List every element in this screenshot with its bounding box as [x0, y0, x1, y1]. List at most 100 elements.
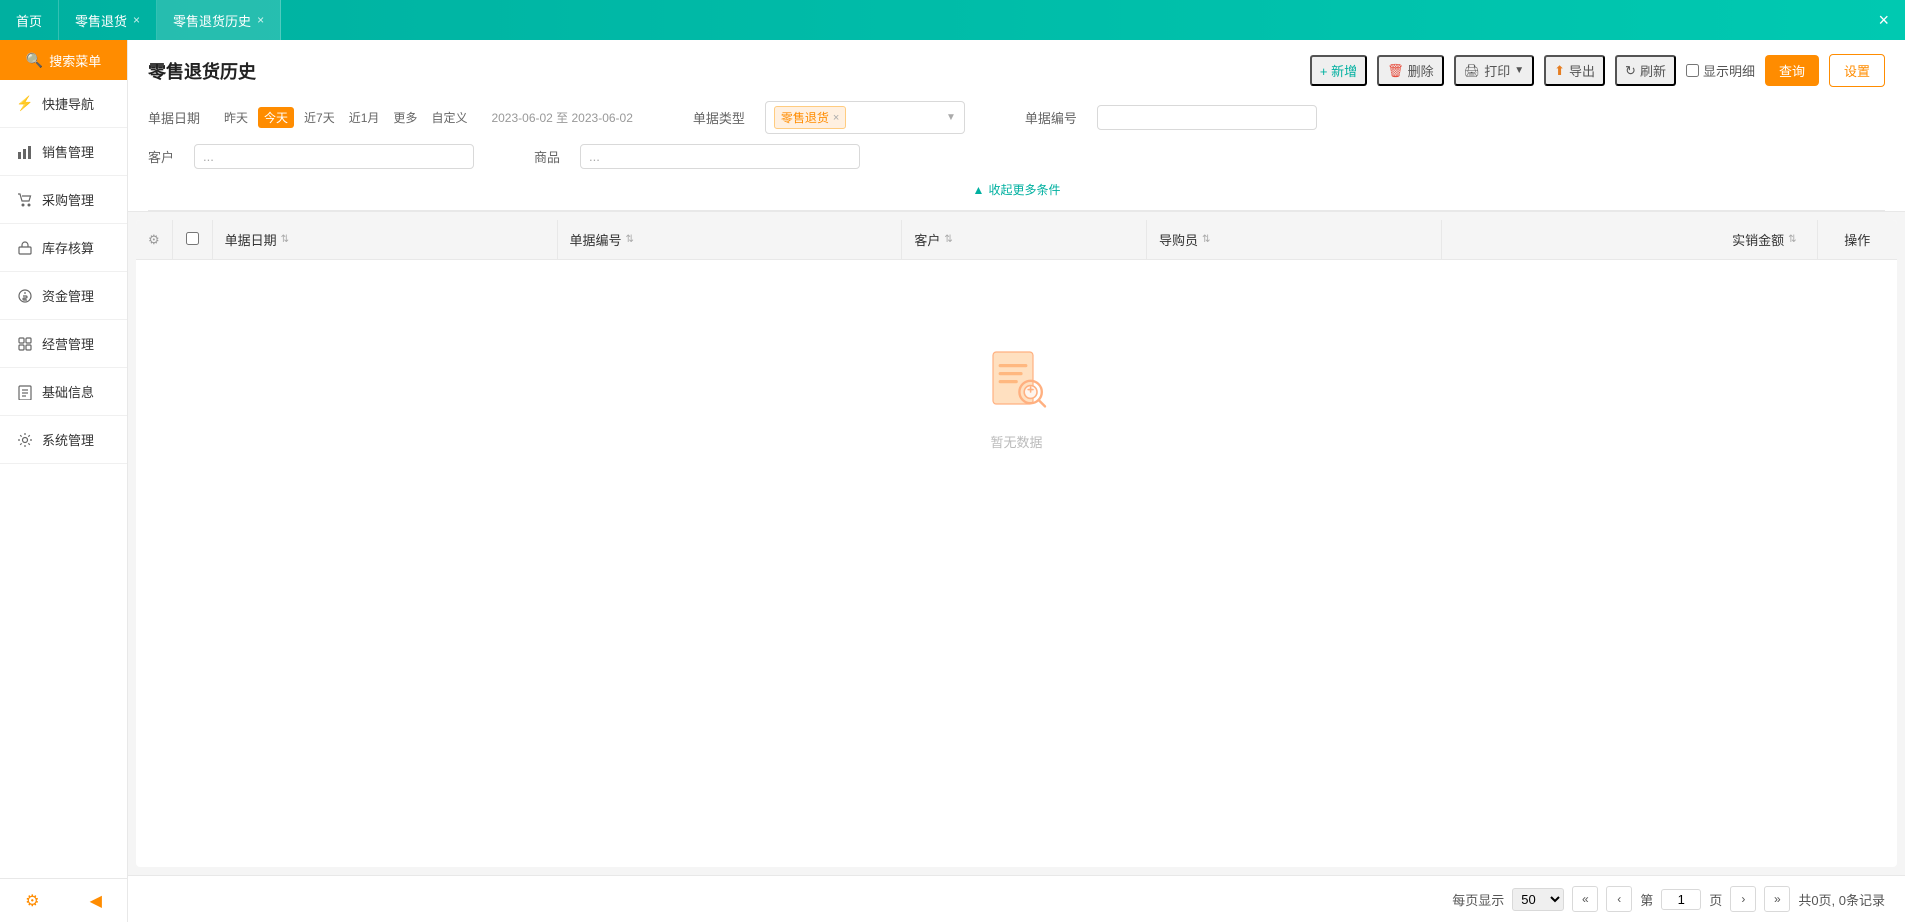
window-close-button[interactable]: ×: [1862, 10, 1905, 31]
refresh-icon: ↻: [1625, 63, 1636, 79]
query-button[interactable]: 查询: [1765, 55, 1819, 86]
sidebar-item-sales-label: 销售管理: [42, 142, 94, 161]
sidebar-item-system-label: 系统管理: [42, 430, 94, 449]
prev-page-button[interactable]: ‹: [1606, 886, 1632, 912]
date-shortcut-more[interactable]: 更多: [389, 107, 421, 128]
content-area: 零售退货历史 + 新增 🗑 删除 🖨 打印 ▼ ⬆ 导出: [128, 40, 1905, 922]
new-button[interactable]: + 新增: [1310, 55, 1367, 86]
sidebar-item-purchase-label: 采购管理: [42, 190, 94, 209]
tab-list: 首页 零售退货 × 零售退货历史 ×: [0, 0, 1862, 40]
last-page-button[interactable]: »: [1764, 886, 1790, 912]
voucher-type-tag: 零售退货 ×: [774, 106, 846, 129]
voucher-no-label: 单据编号: [1025, 108, 1077, 127]
th-no-sort[interactable]: 单据编号 ⇅: [570, 230, 890, 249]
th-guide: 导购员 ⇅: [1146, 220, 1441, 260]
voucher-type-select[interactable]: 零售退货 × ▼: [765, 101, 965, 134]
sidebar-collapse-button[interactable]: ◀: [90, 891, 102, 911]
sidebar-item-quick-nav[interactable]: ⚡ 快捷导航: [0, 80, 127, 128]
th-guide-label: 导购员: [1159, 230, 1198, 249]
delete-label: 删除: [1408, 61, 1434, 80]
page-suffix: 页: [1709, 890, 1722, 909]
refresh-button[interactable]: ↻ 刷新: [1615, 55, 1676, 86]
filter-row-1: 单据日期 昨天 今天 近7天 近1月 更多 自定义 2023-06-02 至 2…: [148, 101, 1885, 134]
amount-sort-icon: ⇅: [1788, 234, 1796, 245]
tab-retail-return-close[interactable]: ×: [133, 13, 140, 27]
sidebar-settings-button[interactable]: ⚙: [25, 891, 39, 911]
th-date-label: 单据日期: [225, 230, 277, 249]
voucher-type-tag-value: 零售退货: [781, 109, 829, 126]
voucher-type-select-arrow: ▼: [946, 112, 956, 123]
sidebar-search[interactable]: 🔍 搜索菜单: [0, 40, 127, 80]
th-date-sort[interactable]: 单据日期 ⇅: [225, 230, 545, 249]
collapse-button[interactable]: ▲ 收起更多条件: [961, 177, 1073, 202]
sidebar-item-inventory[interactable]: 库存核算: [0, 224, 127, 272]
sidebar-item-operation-label: 经营管理: [42, 334, 94, 353]
th-no: 单据编号 ⇅: [557, 220, 902, 260]
customer-placeholder: ...: [203, 149, 214, 164]
tab-retail-return-history-close[interactable]: ×: [257, 13, 264, 27]
th-no-label: 单据编号: [570, 230, 622, 249]
voucher-type-tag-close[interactable]: ×: [833, 112, 839, 124]
top-bar: 首页 零售退货 × 零售退货历史 × ×: [0, 0, 1905, 40]
tab-retail-return-history[interactable]: 零售退货历史 ×: [157, 0, 281, 40]
date-shortcut-today[interactable]: 今天: [258, 107, 294, 128]
sidebar-item-operation[interactable]: 经营管理: [0, 320, 127, 368]
settings-button[interactable]: 设置: [1829, 54, 1885, 87]
th-customer: 客户 ⇅: [902, 220, 1147, 260]
tab-home[interactable]: 首页: [0, 0, 59, 40]
voucher-no-input[interactable]: [1097, 105, 1317, 130]
print-icon: 🖨: [1464, 63, 1481, 79]
th-settings: ⚙: [136, 220, 172, 260]
goods-select[interactable]: ...: [580, 144, 860, 169]
sidebar: 🔍 搜索菜单 ⚡ 快捷导航 销售管理 采购管理: [0, 40, 128, 922]
sidebar-item-system[interactable]: 系统管理: [0, 416, 127, 464]
table-header-row: ⚙ 单据日期 ⇅ 单据编号: [136, 220, 1897, 260]
show-detail-checkbox[interactable]: [1686, 64, 1699, 77]
date-shortcut-1month[interactable]: 近1月: [345, 107, 384, 128]
sidebar-item-finance[interactable]: 资金管理: [0, 272, 127, 320]
first-page-button[interactable]: «: [1572, 886, 1598, 912]
collapse-label: 收起更多条件: [988, 181, 1060, 198]
date-shortcuts: 昨天 今天 近7天 近1月 更多 自定义: [220, 107, 471, 128]
date-shortcut-yesterday[interactable]: 昨天: [220, 107, 252, 128]
date-shortcut-7days[interactable]: 近7天: [300, 107, 339, 128]
basic-info-icon: [16, 383, 34, 401]
th-amount-sort[interactable]: 实销金额 ⇅: [1454, 230, 1797, 249]
next-page-button[interactable]: ›: [1730, 886, 1756, 912]
th-op: 操作: [1817, 220, 1897, 260]
export-label: 导出: [1569, 61, 1595, 80]
tab-retail-return[interactable]: 零售退货 ×: [59, 0, 157, 40]
page-number-input[interactable]: [1661, 889, 1701, 910]
th-guide-sort[interactable]: 导购员 ⇅: [1159, 230, 1429, 249]
show-detail-checkbox-label[interactable]: 显示明细: [1686, 61, 1755, 80]
goods-label: 商品: [534, 147, 560, 166]
sidebar-item-sales[interactable]: 销售管理: [0, 128, 127, 176]
show-detail-label: 显示明细: [1703, 61, 1755, 80]
inventory-icon: [16, 239, 34, 257]
total-info: 共0页, 0条记录: [1798, 890, 1885, 909]
system-icon: [16, 431, 34, 449]
gear-icon[interactable]: ⚙: [148, 232, 160, 247]
sales-icon: [16, 143, 34, 161]
sidebar-bottom: ⚙ ◀: [0, 878, 127, 922]
date-range-display: 2023-06-02 至 2023-06-02: [491, 109, 632, 126]
date-filter-label: 单据日期: [148, 108, 200, 127]
print-arrow-icon: ▼: [1514, 65, 1524, 76]
select-all-checkbox[interactable]: [186, 232, 199, 245]
voucher-type-label: 单据类型: [693, 108, 745, 127]
collapse-icon: ▲: [973, 183, 985, 197]
guide-sort-icon: ⇅: [1202, 234, 1210, 245]
th-customer-sort[interactable]: 客户 ⇅: [914, 230, 1134, 249]
export-button[interactable]: ⬆ 导出: [1544, 55, 1605, 86]
page-size-select[interactable]: 50 100 200: [1512, 888, 1564, 911]
empty-illustration: [977, 340, 1057, 420]
empty-text: 暂无数据: [990, 432, 1042, 451]
date-shortcut-custom[interactable]: 自定义: [427, 107, 471, 128]
sidebar-item-purchase[interactable]: 采购管理: [0, 176, 127, 224]
pagination-bar: 每页显示 50 100 200 « ‹ 第 页 › » 共0页, 0条记录: [128, 875, 1905, 922]
print-button[interactable]: 🖨 打印 ▼: [1454, 55, 1534, 86]
sidebar-item-basic-info[interactable]: 基础信息: [0, 368, 127, 416]
delete-button[interactable]: 🗑 删除: [1377, 55, 1444, 86]
customer-select[interactable]: ...: [194, 144, 474, 169]
header-actions: + 新增 🗑 删除 🖨 打印 ▼ ⬆ 导出 ↻: [1310, 54, 1885, 87]
